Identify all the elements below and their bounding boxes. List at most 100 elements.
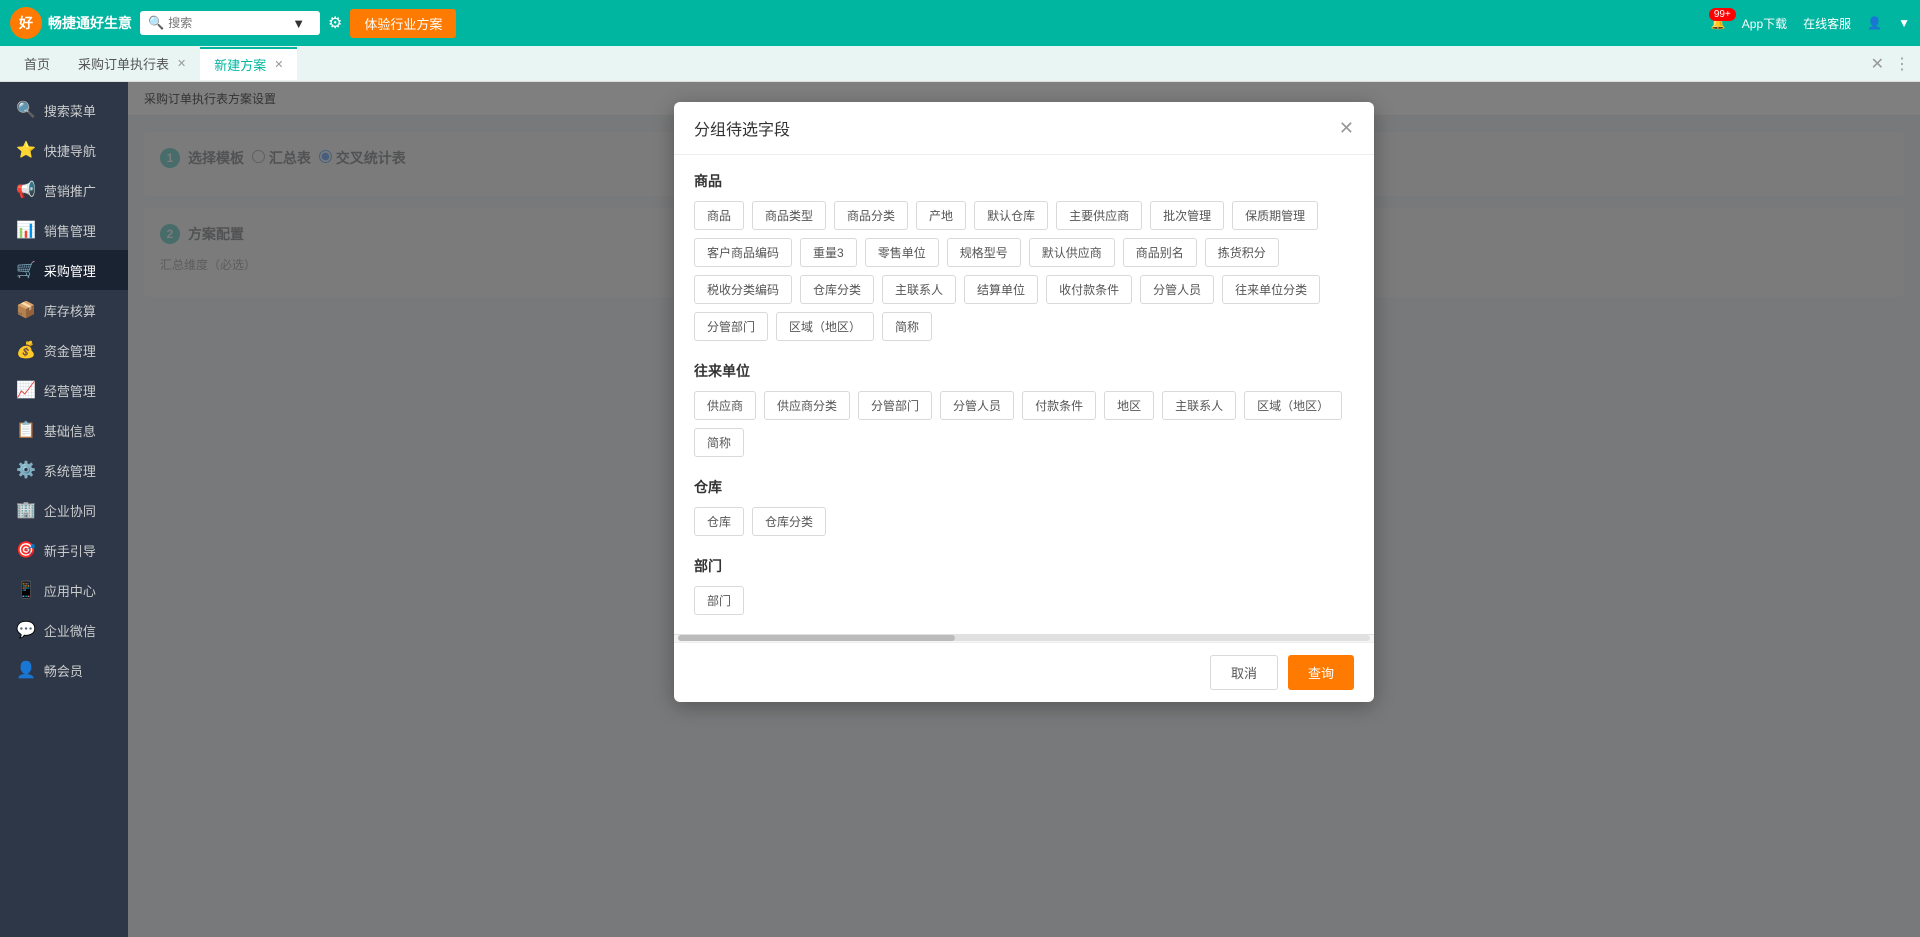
field-tag[interactable]: 商品 — [694, 201, 744, 230]
confirm-button[interactable]: 查询 — [1288, 655, 1354, 690]
finance-icon: 💰 — [16, 340, 36, 360]
field-tag[interactable]: 区域（地区） — [1244, 391, 1342, 420]
field-tag[interactable]: 部门 — [694, 586, 744, 615]
field-tag[interactable]: 重量3 — [800, 238, 857, 267]
purchase-icon: 🛒 — [16, 260, 36, 280]
online-service-link[interactable]: 在线客服 — [1803, 15, 1851, 32]
search-input[interactable] — [168, 16, 288, 30]
field-tag[interactable]: 分管部门 — [694, 312, 768, 341]
field-tag[interactable]: 产地 — [916, 201, 966, 230]
field-tags-counterpart: 供应商 供应商分类 分管部门 分管人员 付款条件 地区 主联系人 区域（地区） … — [694, 391, 1354, 457]
field-tag[interactable]: 仓库分类 — [752, 507, 826, 536]
modal-horizontal-scrollbar[interactable] — [674, 634, 1374, 642]
field-tag[interactable]: 分管人员 — [940, 391, 1014, 420]
sidebar-item-enterprise[interactable]: 🏢 企业协同 — [0, 490, 128, 530]
sidebar-item-sales-label: 销售管理 — [44, 221, 96, 240]
sidebar-item-finance[interactable]: 💰 资金管理 — [0, 330, 128, 370]
sidebar-item-marketing[interactable]: 📢 营销推广 — [0, 170, 128, 210]
field-tag[interactable]: 仓库 — [694, 507, 744, 536]
sidebar-item-search[interactable]: 🔍 搜索菜单 — [0, 90, 128, 130]
tab-new-plan-label: 新建方案 — [214, 55, 266, 74]
field-tag[interactable]: 默认仓库 — [974, 201, 1048, 230]
modal-body[interactable]: 商品 商品 商品类型 商品分类 产地 默认仓库 主要供应商 批次管理 保质期管理… — [674, 155, 1374, 634]
modal-title: 分组待选字段 — [694, 116, 790, 140]
sidebar-item-finance-label: 资金管理 — [44, 341, 96, 360]
field-tag[interactable]: 默认供应商 — [1029, 238, 1115, 267]
field-tag[interactable]: 客户商品编码 — [694, 238, 792, 267]
field-tag[interactable]: 结算单位 — [964, 275, 1038, 304]
sidebar-item-newbie[interactable]: 🎯 新手引导 — [0, 530, 128, 570]
sidebar-item-sales[interactable]: 📊 销售管理 — [0, 210, 128, 250]
tab-purchase-exec[interactable]: 采购订单执行表 ✕ — [64, 48, 200, 79]
sidebar-item-purchase[interactable]: 🛒 采购管理 — [0, 250, 128, 290]
sidebar-item-basic[interactable]: 📋 基础信息 — [0, 410, 128, 450]
field-group-department: 部门 部门 — [694, 556, 1354, 615]
tab-home[interactable]: 首页 — [10, 48, 64, 79]
field-tag[interactable]: 主要供应商 — [1056, 201, 1142, 230]
sidebar-item-wechat[interactable]: 💬 企业微信 — [0, 610, 128, 650]
sidebar-item-inventory-label: 库存核算 — [44, 301, 96, 320]
sidebar-item-operation[interactable]: 📈 经营管理 — [0, 370, 128, 410]
user-menu[interactable]: ▼ — [1898, 16, 1910, 30]
trial-button[interactable]: 体验行业方案 — [350, 9, 456, 38]
field-tag[interactable]: 供应商 — [694, 391, 756, 420]
field-group-counterpart: 往来单位 供应商 供应商分类 分管部门 分管人员 付款条件 地区 主联系人 区域… — [694, 361, 1354, 457]
user-avatar[interactable]: 👤 — [1867, 16, 1882, 30]
more-tabs-icon[interactable]: ⋮ — [1894, 54, 1910, 74]
field-tag[interactable]: 商品类型 — [752, 201, 826, 230]
field-tag[interactable]: 分管人员 — [1140, 275, 1214, 304]
field-tag[interactable]: 仓库分类 — [800, 275, 874, 304]
field-tag[interactable]: 税收分类编码 — [694, 275, 792, 304]
marketing-icon: 📢 — [16, 180, 36, 200]
app-download-link[interactable]: App下载 — [1742, 15, 1787, 32]
notification[interactable]: 🔔 99+ — [1711, 16, 1726, 30]
field-tag[interactable]: 分管部门 — [858, 391, 932, 420]
sidebar-item-search-label: 搜索菜单 — [44, 101, 96, 120]
field-tag[interactable]: 供应商分类 — [764, 391, 850, 420]
tab-new-plan[interactable]: 新建方案 ✕ — [200, 47, 297, 80]
field-tag[interactable]: 规格型号 — [947, 238, 1021, 267]
tab-new-plan-close-icon[interactable]: ✕ — [274, 58, 283, 71]
search-menu-icon: 🔍 — [16, 100, 36, 120]
field-tag[interactable]: 简称 — [882, 312, 932, 341]
inventory-icon: 📦 — [16, 300, 36, 320]
wechat-icon: 💬 — [16, 620, 36, 640]
tab-purchase-close-icon[interactable]: ✕ — [177, 57, 186, 70]
field-tag[interactable]: 主联系人 — [882, 275, 956, 304]
field-tag[interactable]: 付款条件 — [1022, 391, 1096, 420]
field-tag[interactable]: 商品分类 — [834, 201, 908, 230]
field-tag[interactable]: 批次管理 — [1150, 201, 1224, 230]
sidebar-item-quick[interactable]: ⭐ 快捷导航 — [0, 130, 128, 170]
modal-footer: 取消 查询 — [674, 642, 1374, 702]
cancel-button[interactable]: 取消 — [1210, 655, 1278, 690]
field-tag[interactable]: 拣货积分 — [1205, 238, 1279, 267]
top-navigation: 好 畅捷通好生意 🔍 ▼ ⚙ 体验行业方案 🔔 99+ App下载 在线客服 👤… — [0, 0, 1920, 46]
search-bar[interactable]: 🔍 ▼ — [140, 11, 320, 35]
sidebar-item-appcenter-label: 应用中心 — [44, 581, 96, 600]
sidebar-item-newbie-label: 新手引导 — [44, 541, 96, 560]
sidebar: 🔍 搜索菜单 ⭐ 快捷导航 📢 营销推广 📊 销售管理 🛒 采购管理 📦 库存核… — [0, 82, 128, 937]
app-name: 畅捷通好生意 — [48, 13, 132, 33]
close-all-icon[interactable]: ✕ — [1871, 54, 1884, 74]
sidebar-item-member[interactable]: 👤 畅会员 — [0, 650, 128, 690]
sidebar-item-appcenter[interactable]: 📱 应用中心 — [0, 570, 128, 610]
sidebar-item-marketing-label: 营销推广 — [44, 181, 96, 200]
member-icon: 👤 — [16, 660, 36, 680]
nav-right: 🔔 99+ App下载 在线客服 👤 ▼ — [1711, 15, 1910, 32]
sidebar-item-inventory[interactable]: 📦 库存核算 — [0, 290, 128, 330]
field-tag[interactable]: 区域（地区） — [776, 312, 874, 341]
sidebar-item-system[interactable]: ⚙️ 系统管理 — [0, 450, 128, 490]
field-tag[interactable]: 保质期管理 — [1232, 201, 1318, 230]
settings-icon[interactable]: ⚙ — [328, 13, 342, 33]
field-tag[interactable]: 零售单位 — [865, 238, 939, 267]
field-tag[interactable]: 商品别名 — [1123, 238, 1197, 267]
field-tag[interactable]: 主联系人 — [1162, 391, 1236, 420]
operation-icon: 📈 — [16, 380, 36, 400]
field-tag[interactable]: 往来单位分类 — [1222, 275, 1320, 304]
sidebar-item-purchase-label: 采购管理 — [44, 261, 96, 280]
modal-close-button[interactable]: ✕ — [1339, 119, 1354, 137]
field-tag[interactable]: 地区 — [1104, 391, 1154, 420]
field-tag[interactable]: 收付款条件 — [1046, 275, 1132, 304]
sidebar-item-quick-label: 快捷导航 — [44, 141, 96, 160]
field-tag[interactable]: 简称 — [694, 428, 744, 457]
